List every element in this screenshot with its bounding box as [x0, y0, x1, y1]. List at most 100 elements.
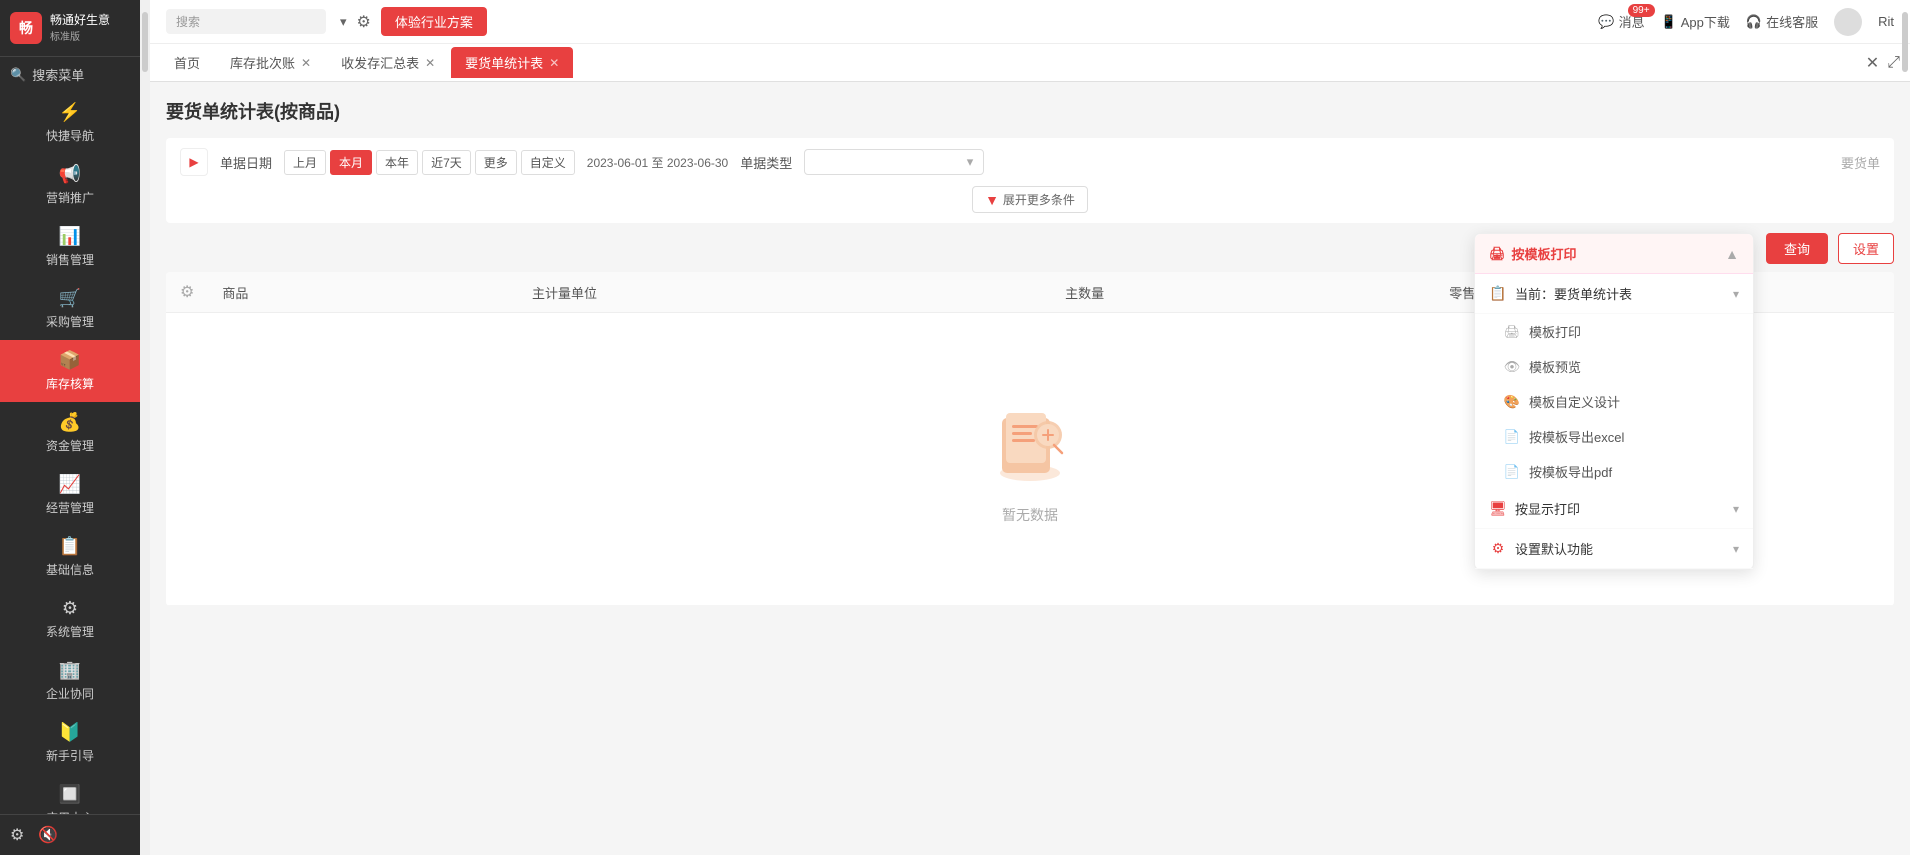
message-icon: 💬 — [1598, 14, 1614, 30]
trial-button[interactable]: 体验行业方案 — [381, 7, 487, 36]
app-download-icon: 📱 — [1661, 14, 1677, 30]
tab-home[interactable]: 首页 — [160, 47, 214, 78]
doc-type-select[interactable]: ▾ — [804, 149, 984, 175]
sidebar-icon-yingyong: 🔲 — [59, 784, 81, 805]
sidebar-label-yingyong: 应用中心 — [46, 809, 94, 814]
tab-close-all-button[interactable]: ✕ — [1866, 53, 1879, 73]
topbar-search-box[interactable]: 搜索 — [166, 9, 326, 34]
expand-label: 展开更多条件 — [1003, 191, 1075, 208]
sidebar-icon-jingying: 📈 — [59, 474, 81, 495]
sidebar-item-jingying[interactable]: 📈 经营管理 — [0, 464, 140, 526]
display-print-label: 按显示打印 — [1515, 499, 1580, 518]
tab-close-shouzhi_huizong[interactable]: ✕ — [425, 56, 435, 70]
sidebar-icon-zijin: 💰 — [59, 412, 81, 433]
date-btn-benNian[interactable]: 本年 — [376, 150, 418, 175]
toolbar: 🖨 按模板打印 ▲ ··· ↗ 导出 ↺ 刷新 查询 设置 🖨 按模板打印 — [166, 233, 1894, 264]
date-btn-shangYue[interactable]: 上月 — [284, 150, 326, 175]
table-settings-button[interactable]: ⚙ — [180, 282, 194, 302]
online-service-label: 在线客服 — [1766, 12, 1818, 31]
template-preview-item[interactable]: 👁 模板预览 — [1475, 349, 1753, 384]
template-preview-label: 模板预览 — [1529, 357, 1581, 376]
date-btn-jin7Tian[interactable]: 近7天 — [422, 150, 471, 175]
template-pdf-label: 按模板导出pdf — [1529, 462, 1612, 481]
sidebar-icon-qiye: 🏢 — [59, 660, 81, 681]
sidebar-item-xitong[interactable]: ⚙ 系统管理 — [0, 588, 140, 650]
display-print-item[interactable]: 🖥 按显示打印 ▾ — [1475, 489, 1753, 529]
sidebar-icon-kucun: 📦 — [59, 350, 81, 371]
filter-bar: ▶ 单据日期 上月本月本年近7天更多自定义 2023-06-01 至 2023-… — [166, 138, 1894, 223]
filter-row-expand: ▼ 展开更多条件 — [180, 186, 1880, 213]
settings-button[interactable]: 设置 — [1838, 233, 1894, 264]
tabbar-right-controls: ✕ ⤢ — [1866, 53, 1900, 73]
sidebar-item-xinshou[interactable]: 🔰 新手引导 — [0, 712, 140, 774]
current-template-item[interactable]: 📋 当前：要货单统计表 ▾ — [1475, 274, 1753, 314]
set-default-arrow: ▾ — [1733, 542, 1739, 556]
tab-yaohuo_tongji[interactable]: 要货单统计表✕ — [451, 47, 573, 78]
tab-close-yaohuo_tongji[interactable]: ✕ — [549, 56, 559, 70]
sidebar-item-xiaoshou[interactable]: 📊 销售管理 — [0, 216, 140, 278]
topbar-dropdown-arrow[interactable]: ▾ — [340, 14, 347, 30]
template-print-item[interactable]: 🖨 模板打印 — [1475, 314, 1753, 349]
filter-toggle-arrow[interactable]: ▶ — [180, 148, 208, 176]
topbar-settings-icon[interactable]: ⚙ — [357, 12, 371, 32]
print-dropdown-icon: 🖨 — [1489, 246, 1506, 262]
date-btn-gengDuo[interactable]: 更多 — [475, 150, 517, 175]
template-custom-item[interactable]: 🎨 模板自定义设计 — [1475, 384, 1753, 419]
query-button[interactable]: 查询 — [1766, 233, 1828, 264]
sidebar-item-yingyong[interactable]: 🔲 应用中心 — [0, 774, 140, 814]
tab-close-kucun_pici[interactable]: ✕ — [301, 56, 311, 70]
mute-footer-icon[interactable]: 🔇 — [38, 825, 58, 845]
expand-button[interactable]: ▼ 展开更多条件 — [972, 186, 1088, 213]
print-dropdown-title: 🖨 按模板打印 — [1489, 244, 1577, 263]
sidebar-item-kucun[interactable]: 📦 库存核算 — [0, 340, 140, 402]
message-badge: 99+ — [1628, 4, 1655, 17]
sidebar-label-kucun: 库存核算 — [46, 375, 94, 392]
sidebar-icon-xinshou: 🔰 — [59, 722, 81, 743]
sidebar-search-label: 搜索菜单 — [32, 65, 84, 84]
display-print-icon: 🖥 — [1489, 500, 1507, 517]
doc-type-arrow: ▾ — [967, 154, 974, 170]
sidebar-label-xinshou: 新手引导 — [46, 747, 94, 764]
tab-maximize-button[interactable]: ⤢ — [1887, 54, 1900, 72]
template-print-icon: 🖨 — [1503, 324, 1521, 340]
topbar-actions: 💬 消息 99+ 📱 App下载 🎧 在线客服 Rit — [1598, 8, 1894, 36]
sidebar-label-yingxiao: 营销推广 — [46, 189, 94, 206]
sidebar-label-zijin: 资金管理 — [46, 437, 94, 454]
sidebar-item-caigou[interactable]: 🛒 采购管理 — [0, 278, 140, 340]
app-download-action[interactable]: 📱 App下载 — [1661, 12, 1730, 31]
scroll-indicator[interactable] — [140, 0, 150, 855]
tab-label-shouzhi_huizong: 收发存汇总表 — [341, 53, 419, 72]
avatar[interactable] — [1834, 8, 1862, 36]
col-settings: ⚙ — [166, 272, 208, 313]
template-pdf-item[interactable]: 📄 按模板导出pdf — [1475, 454, 1753, 489]
sidebar-label-xitong: 系统管理 — [46, 623, 94, 640]
sidebar-item-zijin[interactable]: 💰 资金管理 — [0, 402, 140, 464]
yaohuo-label: 要货单 — [1841, 153, 1880, 172]
template-excel-item[interactable]: 📄 按模板导出excel — [1475, 419, 1753, 454]
date-btn-benYue[interactable]: 本月 — [330, 150, 372, 175]
sidebar-icon-caigou: 🛒 — [59, 288, 81, 309]
sidebar-label-jichu: 基础信息 — [46, 561, 94, 578]
tab-shouzhi_huizong[interactable]: 收发存汇总表 ✕ — [327, 47, 449, 78]
col-goods: 商品 — [208, 272, 518, 313]
date-btn-ziDingYi[interactable]: 自定义 — [521, 150, 575, 175]
sidebar: 畅 畅通好生意 标准版 🔍 搜索菜单 ⚡ 快捷导航 📢 营销推广 📊 销售管理 … — [0, 0, 140, 855]
col-quantity: 主数量 — [1051, 272, 1435, 313]
topbar: 搜索 ▾ ⚙ 体验行业方案 💬 消息 99+ 📱 App下载 🎧 在线客服 Ri… — [150, 0, 1910, 44]
set-default-item[interactable]: ⚙ 设置默认功能 ▾ — [1475, 529, 1753, 569]
sidebar-item-qiye[interactable]: 🏢 企业协同 — [0, 650, 140, 712]
print-dropdown-title-text: 按模板打印 — [1512, 244, 1577, 263]
online-service-action[interactable]: 🎧 在线客服 — [1746, 12, 1818, 31]
print-dropdown-close-icon[interactable]: ▲ — [1725, 246, 1739, 262]
tab-kucun_pici[interactable]: 库存批次账✕ — [216, 47, 325, 78]
message-action[interactable]: 💬 消息 99+ — [1598, 12, 1644, 31]
sidebar-item-jichu[interactable]: 📋 基础信息 — [0, 526, 140, 588]
set-default-label: 设置默认功能 — [1515, 539, 1593, 558]
settings-footer-icon[interactable]: ⚙ — [10, 825, 24, 845]
app-download-label: App下载 — [1681, 12, 1730, 31]
empty-text: 暂无数据 — [1002, 505, 1058, 525]
sidebar-search[interactable]: 🔍 搜索菜单 — [0, 57, 140, 92]
set-default-icon: ⚙ — [1489, 540, 1507, 557]
sidebar-item-kuaijie[interactable]: ⚡ 快捷导航 — [0, 92, 140, 154]
sidebar-item-yingxiao[interactable]: 📢 营销推广 — [0, 154, 140, 216]
